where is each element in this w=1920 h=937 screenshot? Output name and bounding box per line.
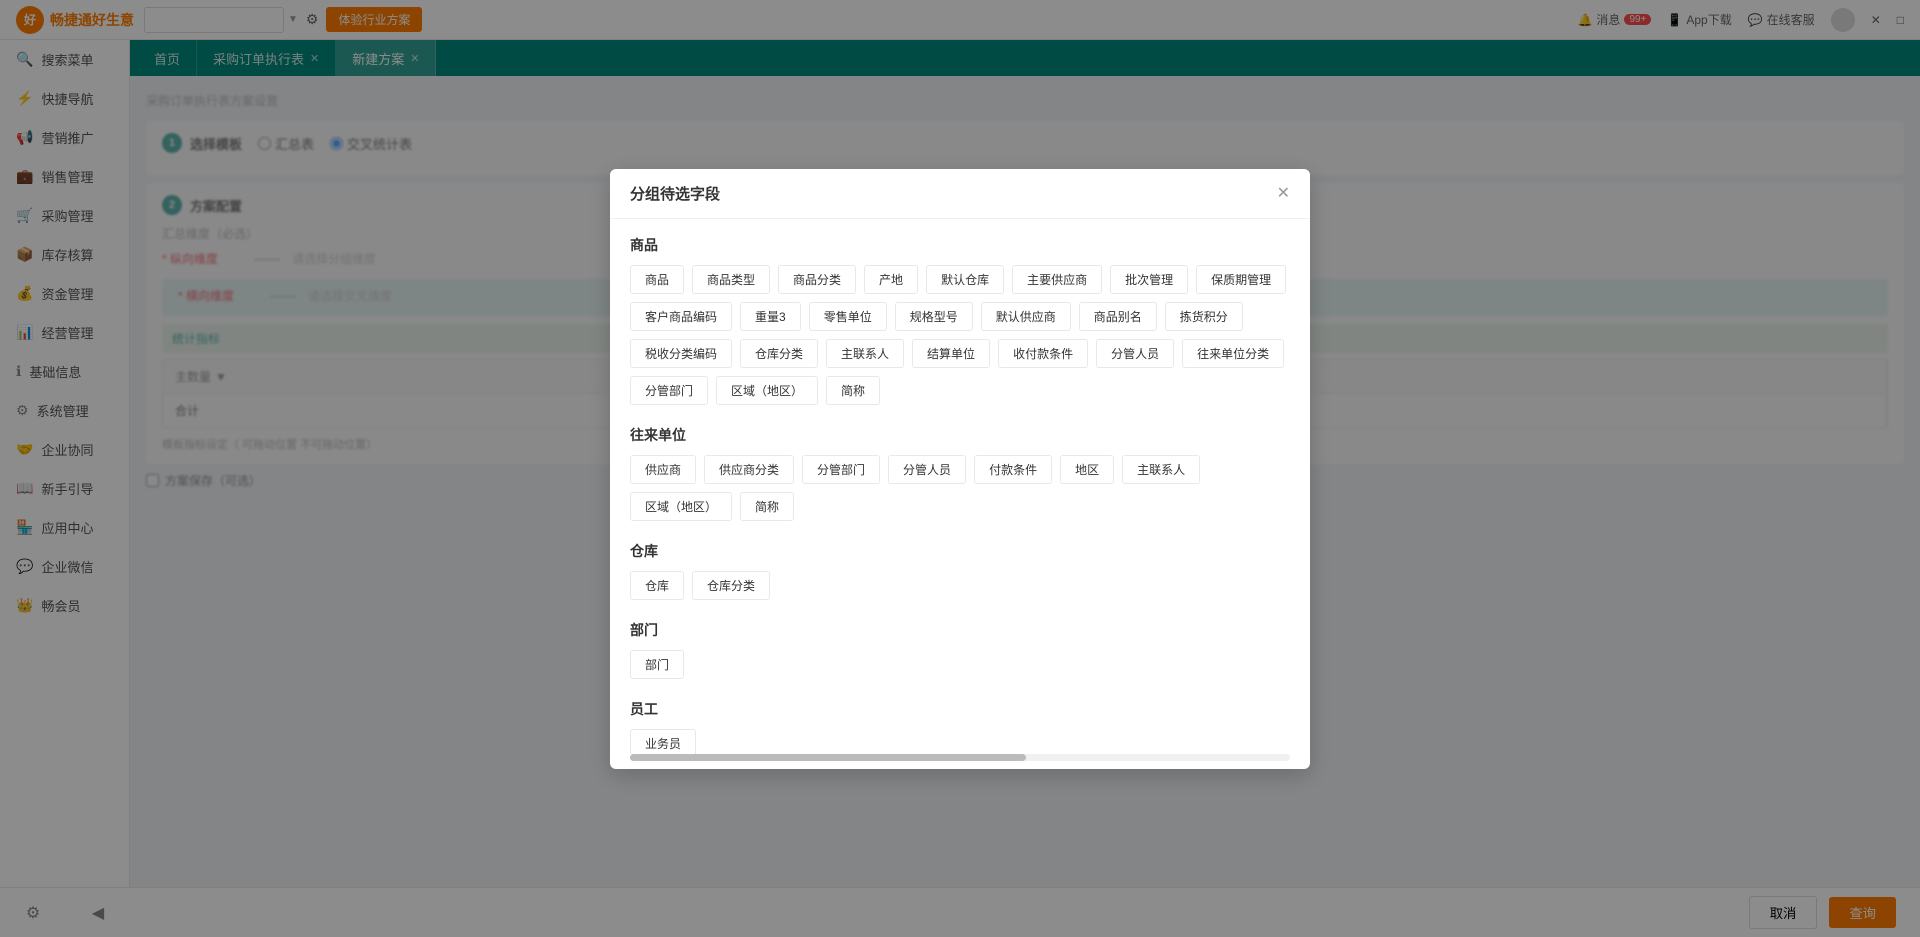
modal-dialog: 分组待选字段 ✕ 商品商品商品类型商品分类产地默认仓库主要供应商批次管理保质期管… [610,169,1310,769]
field-tag-0-4[interactable]: 默认仓库 [926,265,1004,294]
field-tag-0-2[interactable]: 商品分类 [778,265,856,294]
field-tags-2: 仓库仓库分类 [630,571,1290,600]
field-tag-0-21[interactable]: 往来单位分类 [1182,339,1284,368]
field-tag-0-0[interactable]: 商品 [630,265,684,294]
field-tag-0-23[interactable]: 区域（地区） [716,376,818,405]
field-tag-0-11[interactable]: 规格型号 [895,302,973,331]
field-tags-1: 供应商供应商分类分管部门分管人员付款条件地区主联系人区域（地区） 简称 [630,455,1290,521]
field-tags-4: 业务员 [630,729,1290,755]
field-section-3: 部门部门 [630,620,1290,679]
field-tag-0-7[interactable]: 保质期管理 [1196,265,1286,294]
modal-body[interactable]: 商品商品商品类型商品分类产地默认仓库主要供应商批次管理保质期管理客户商品编码重量… [610,219,1310,755]
field-tag-1-5[interactable]: 地区 [1060,455,1114,484]
field-tag-3-0[interactable]: 部门 [630,650,684,679]
field-section-title-0: 商品 [630,235,1290,255]
field-tag-0-8[interactable]: 客户商品编码 [630,302,732,331]
field-tag-0-24[interactable]: 简称 [826,376,880,405]
field-tag-0-10[interactable]: 零售单位 [809,302,887,331]
field-tag-1-6[interactable]: 主联系人 [1122,455,1200,484]
field-tag-1-4[interactable]: 付款条件 [974,455,1052,484]
field-tag-1-2[interactable]: 分管部门 [802,455,880,484]
field-section-2: 仓库仓库仓库分类 [630,541,1290,600]
field-tag-4-0[interactable]: 业务员 [630,729,696,755]
field-section-0: 商品商品商品类型商品分类产地默认仓库主要供应商批次管理保质期管理客户商品编码重量… [630,235,1290,405]
field-tag-1-3[interactable]: 分管人员 [888,455,966,484]
modal-scrollbar-thumb[interactable] [630,754,1026,760]
field-tag-0-17[interactable]: 主联系人 [826,339,904,368]
field-tag-0-22[interactable]: 分管部门 [630,376,708,405]
field-tag-0-18[interactable]: 结算单位 [912,339,990,368]
field-tag-0-1[interactable]: 商品类型 [692,265,770,294]
field-tag-0-6[interactable]: 批次管理 [1110,265,1188,294]
field-tag-0-14[interactable]: 拣货积分 [1165,302,1243,331]
field-section-1: 往来单位供应商供应商分类分管部门分管人员付款条件地区主联系人区域（地区） 简称 [630,425,1290,521]
field-tag-2-1[interactable]: 仓库分类 [692,571,770,600]
field-tag-1-7[interactable]: 区域（地区） [630,492,732,521]
field-tag-0-20[interactable]: 分管人员 [1096,339,1174,368]
modal-header: 分组待选字段 ✕ [610,169,1310,219]
field-tag-0-13[interactable]: 商品别名 [1079,302,1157,331]
field-tag-0-3[interactable]: 产地 [864,265,918,294]
field-section-title-1: 往来单位 [630,425,1290,445]
field-section-title-3: 部门 [630,620,1290,640]
field-section-4: 员工业务员 [630,699,1290,755]
field-tags-0: 商品商品类型商品分类产地默认仓库主要供应商批次管理保质期管理客户商品编码重量3 零… [630,265,1290,405]
field-tag-0-9[interactable]: 重量3 [740,302,801,331]
field-section-title-4: 员工 [630,699,1290,719]
field-tag-0-15[interactable]: 税收分类编码 [630,339,732,368]
field-tag-1-8[interactable]: 简称 [740,492,794,521]
field-tag-0-19[interactable]: 收付款条件 [998,339,1088,368]
modal-horizontal-scrollbar[interactable] [630,754,1290,760]
field-section-title-2: 仓库 [630,541,1290,561]
field-tag-2-0[interactable]: 仓库 [630,571,684,600]
field-tag-1-1[interactable]: 供应商分类 [704,455,794,484]
field-tag-0-5[interactable]: 主要供应商 [1012,265,1102,294]
modal-close-button[interactable]: ✕ [1277,183,1290,203]
field-tags-3: 部门 [630,650,1290,679]
field-tag-0-16[interactable]: 仓库分类 [740,339,818,368]
modal-title: 分组待选字段 [630,183,720,204]
field-tag-1-0[interactable]: 供应商 [630,455,696,484]
field-tag-0-12[interactable]: 默认供应商 [981,302,1071,331]
